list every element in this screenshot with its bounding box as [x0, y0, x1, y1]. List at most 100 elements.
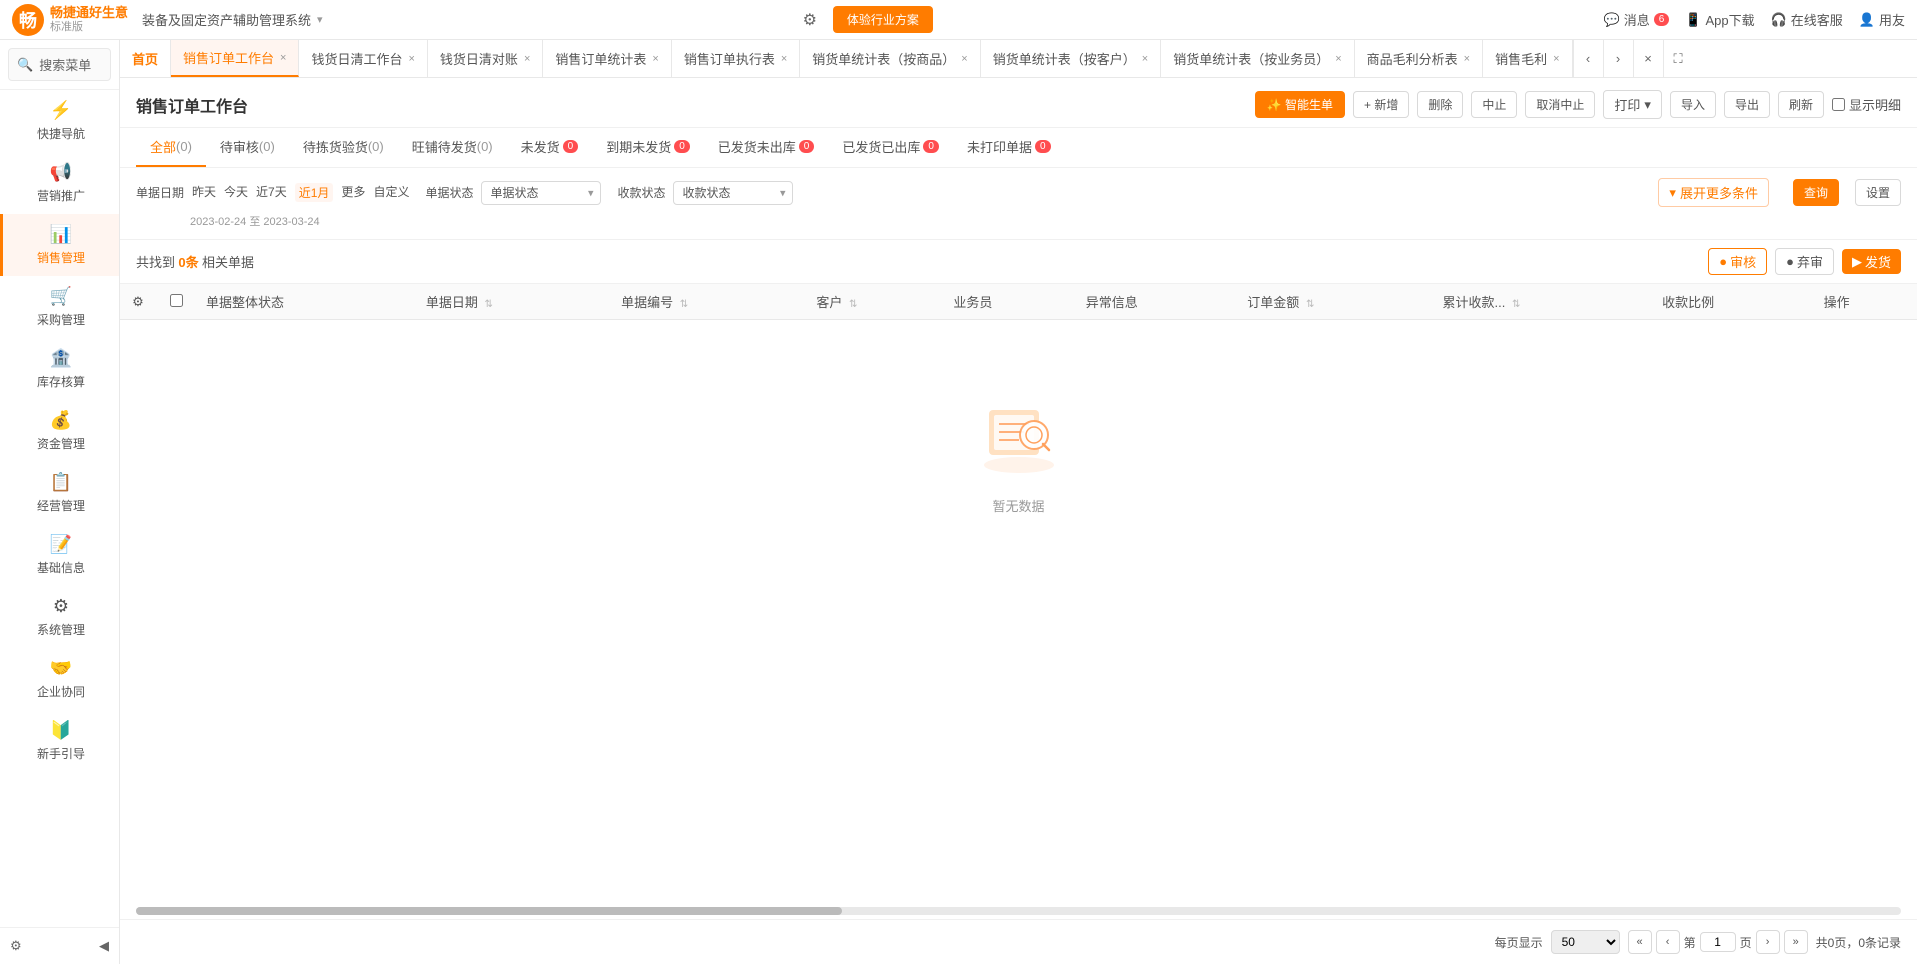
- ai-generate-button[interactable]: ✨ 智能生单: [1255, 91, 1345, 118]
- sidebar-item-inventory[interactable]: 🏦 库存核算: [0, 338, 119, 400]
- show-detail-checkbox[interactable]: [1832, 98, 1845, 111]
- tab-label: 销售订单统计表: [555, 49, 646, 68]
- table-col-amount[interactable]: 订单金额 ⇅: [1237, 284, 1432, 320]
- nav-label: 采购管理: [37, 311, 85, 328]
- close-icon[interactable]: ×: [280, 52, 286, 64]
- close-icon[interactable]: ×: [1553, 53, 1559, 65]
- filter-tab-pending-inspect[interactable]: 待拣货验货(0): [289, 128, 398, 167]
- query-button[interactable]: 查询: [1793, 179, 1839, 206]
- tab-scroll-left[interactable]: ‹: [1573, 40, 1603, 78]
- filter-tab-wangpu-deliver[interactable]: 旺铺待发货(0): [398, 128, 507, 167]
- message-button[interactable]: 💬 消息 6: [1604, 10, 1670, 29]
- table-col-customer[interactable]: 客户 ⇅: [806, 284, 943, 320]
- expand-conditions-button[interactable]: ▾ 展开更多条件: [1658, 178, 1769, 207]
- delete-button[interactable]: 删除: [1417, 91, 1463, 118]
- date-option-昨天[interactable]: 昨天: [192, 183, 216, 202]
- sidebar-item-guide[interactable]: 🔰 新手引导: [0, 710, 119, 772]
- online-support-button[interactable]: 🎧 在线客服: [1771, 10, 1843, 29]
- tab-scroll-right[interactable]: ›: [1603, 40, 1633, 78]
- sidebar-collapse-icon[interactable]: ◀: [99, 938, 109, 954]
- close-icon[interactable]: ×: [1142, 53, 1148, 65]
- status-filter: 单据状态 单据状态: [425, 181, 601, 205]
- gear-icon[interactable]: ⚙: [803, 10, 817, 30]
- print-button[interactable]: 打印 ▾: [1603, 90, 1662, 119]
- prev-page-button[interactable]: ‹: [1656, 930, 1680, 954]
- tab-close-all[interactable]: ×: [1633, 40, 1663, 78]
- sidebar-item-marketing[interactable]: 📢 营销推广: [0, 152, 119, 214]
- filter-tab-all[interactable]: 全部(0): [136, 128, 206, 167]
- add-button[interactable]: + 新增: [1353, 91, 1409, 118]
- next-page-button[interactable]: ›: [1756, 930, 1780, 954]
- tab-fullscreen[interactable]: ⛶: [1663, 40, 1693, 78]
- page-number-input[interactable]: [1700, 932, 1736, 952]
- tab-sales-by-product[interactable]: 销货单统计表（按商品）×: [800, 40, 980, 77]
- export-button[interactable]: 导出: [1724, 91, 1770, 118]
- user-menu[interactable]: 👤 用友: [1859, 10, 1905, 29]
- sidebar-item-sales[interactable]: 📊 销售管理: [0, 214, 119, 276]
- status-select[interactable]: 单据状态: [481, 181, 601, 205]
- sidebar-item-finance[interactable]: 💰 资金管理: [0, 400, 119, 462]
- table-col-date[interactable]: 单据日期 ⇅: [416, 284, 611, 320]
- sidebar-item-purchase[interactable]: 🛒 采购管理: [0, 276, 119, 338]
- close-icon[interactable]: ×: [1335, 53, 1341, 65]
- close-icon[interactable]: ×: [652, 53, 658, 65]
- date-option-近7天[interactable]: 近7天: [256, 183, 287, 202]
- sidebar-settings-icon[interactable]: ⚙: [10, 938, 22, 954]
- table-col-settings[interactable]: ⚙: [120, 284, 156, 320]
- first-page-button[interactable]: «: [1628, 930, 1652, 954]
- show-detail-label[interactable]: 显示明细: [1832, 95, 1901, 114]
- tab-cash-reconcile[interactable]: 钱货日清对账×: [428, 40, 543, 77]
- date-option-近1月[interactable]: 近1月: [295, 183, 334, 202]
- tab-sales-stats[interactable]: 销售订单统计表 ×: [543, 40, 671, 77]
- tab-label: 销货单统计表（按客户）: [993, 49, 1136, 68]
- horizontal-scrollbar[interactable]: [136, 907, 1901, 915]
- refresh-button[interactable]: 刷新: [1778, 91, 1824, 118]
- filter-settings-button[interactable]: 设置: [1855, 179, 1901, 206]
- date-option-更多[interactable]: 更多: [341, 183, 365, 202]
- tab-sales-by-customer[interactable]: 销货单统计表（按客户） ×: [981, 40, 1161, 77]
- close-icon[interactable]: ×: [781, 53, 787, 65]
- sidebar-item-quick-nav[interactable]: ⚡ 快捷导航: [0, 90, 119, 152]
- tab-sales-exec[interactable]: 销售订单执行表×: [672, 40, 800, 77]
- filter-tab-pending-review[interactable]: 待审核(0): [206, 128, 289, 167]
- cancel-stop-button[interactable]: 取消中止: [1525, 91, 1595, 118]
- close-icon[interactable]: ×: [524, 53, 530, 65]
- sidebar-item-cooperation[interactable]: 🤝 企业协同: [0, 648, 119, 710]
- filter-tab-not-delivered[interactable]: 未发货0: [507, 128, 593, 167]
- page-size-select[interactable]: 50 100: [1551, 930, 1620, 954]
- sidebar-item-basic[interactable]: 📝 基础信息: [0, 524, 119, 586]
- tab-cash-daily[interactable]: 钱货日清工作台×: [299, 40, 427, 77]
- table-col-checkbox[interactable]: [156, 284, 196, 320]
- search-menu-button[interactable]: 🔍 搜索菜单: [8, 48, 111, 81]
- date-option-自定义[interactable]: 自定义: [373, 183, 409, 202]
- filter-tab-overdue-deliver[interactable]: 到期未发货0: [592, 128, 704, 167]
- filter-tab-delivered-not-out[interactable]: 已发货未出库0: [704, 128, 829, 167]
- select-all-checkbox[interactable]: [170, 294, 183, 307]
- date-option-今天[interactable]: 今天: [224, 183, 248, 202]
- sidebar-item-operations[interactable]: 📋 经营管理: [0, 462, 119, 524]
- close-icon[interactable]: ×: [1464, 53, 1470, 65]
- close-icon[interactable]: ×: [961, 53, 967, 65]
- experience-button[interactable]: 体验行业方案: [833, 6, 933, 33]
- review-button[interactable]: ● 审核: [1708, 248, 1767, 275]
- filter-tab-not-printed[interactable]: 未打印单据0: [953, 128, 1065, 167]
- tab-home[interactable]: 首页: [120, 40, 171, 77]
- chevron-down-icon[interactable]: ▾: [317, 13, 323, 26]
- tab-sales-workbench[interactable]: 销售订单工作台×: [171, 40, 299, 77]
- last-page-button[interactable]: »: [1784, 930, 1808, 954]
- sidebar-item-system[interactable]: ⚙ 系统管理: [0, 586, 119, 648]
- filter-tab-delivered-out[interactable]: 已发货已出库0: [828, 128, 953, 167]
- tab-sales-profit[interactable]: 销售毛利×: [1483, 40, 1572, 77]
- scrollbar-thumb[interactable]: [136, 907, 842, 915]
- payment-select[interactable]: 收款状态: [673, 181, 793, 205]
- tab-sales-by-staff[interactable]: 销货单统计表（按业务员）×: [1161, 40, 1354, 77]
- table-col-collected[interactable]: 累计收款... ⇅: [1433, 284, 1653, 320]
- import-button[interactable]: 导入: [1670, 91, 1716, 118]
- unaudit-button[interactable]: ● 弃审: [1775, 248, 1834, 275]
- stop-button[interactable]: 中止: [1471, 91, 1517, 118]
- tab-gross-margin[interactable]: 商品毛利分析表×: [1355, 40, 1483, 77]
- table-col-number[interactable]: 单据编号 ⇅: [611, 284, 806, 320]
- close-icon[interactable]: ×: [408, 53, 414, 65]
- app-download-button[interactable]: 📱 App下载: [1685, 10, 1754, 29]
- deliver-button[interactable]: ▶ 发货: [1842, 249, 1901, 274]
